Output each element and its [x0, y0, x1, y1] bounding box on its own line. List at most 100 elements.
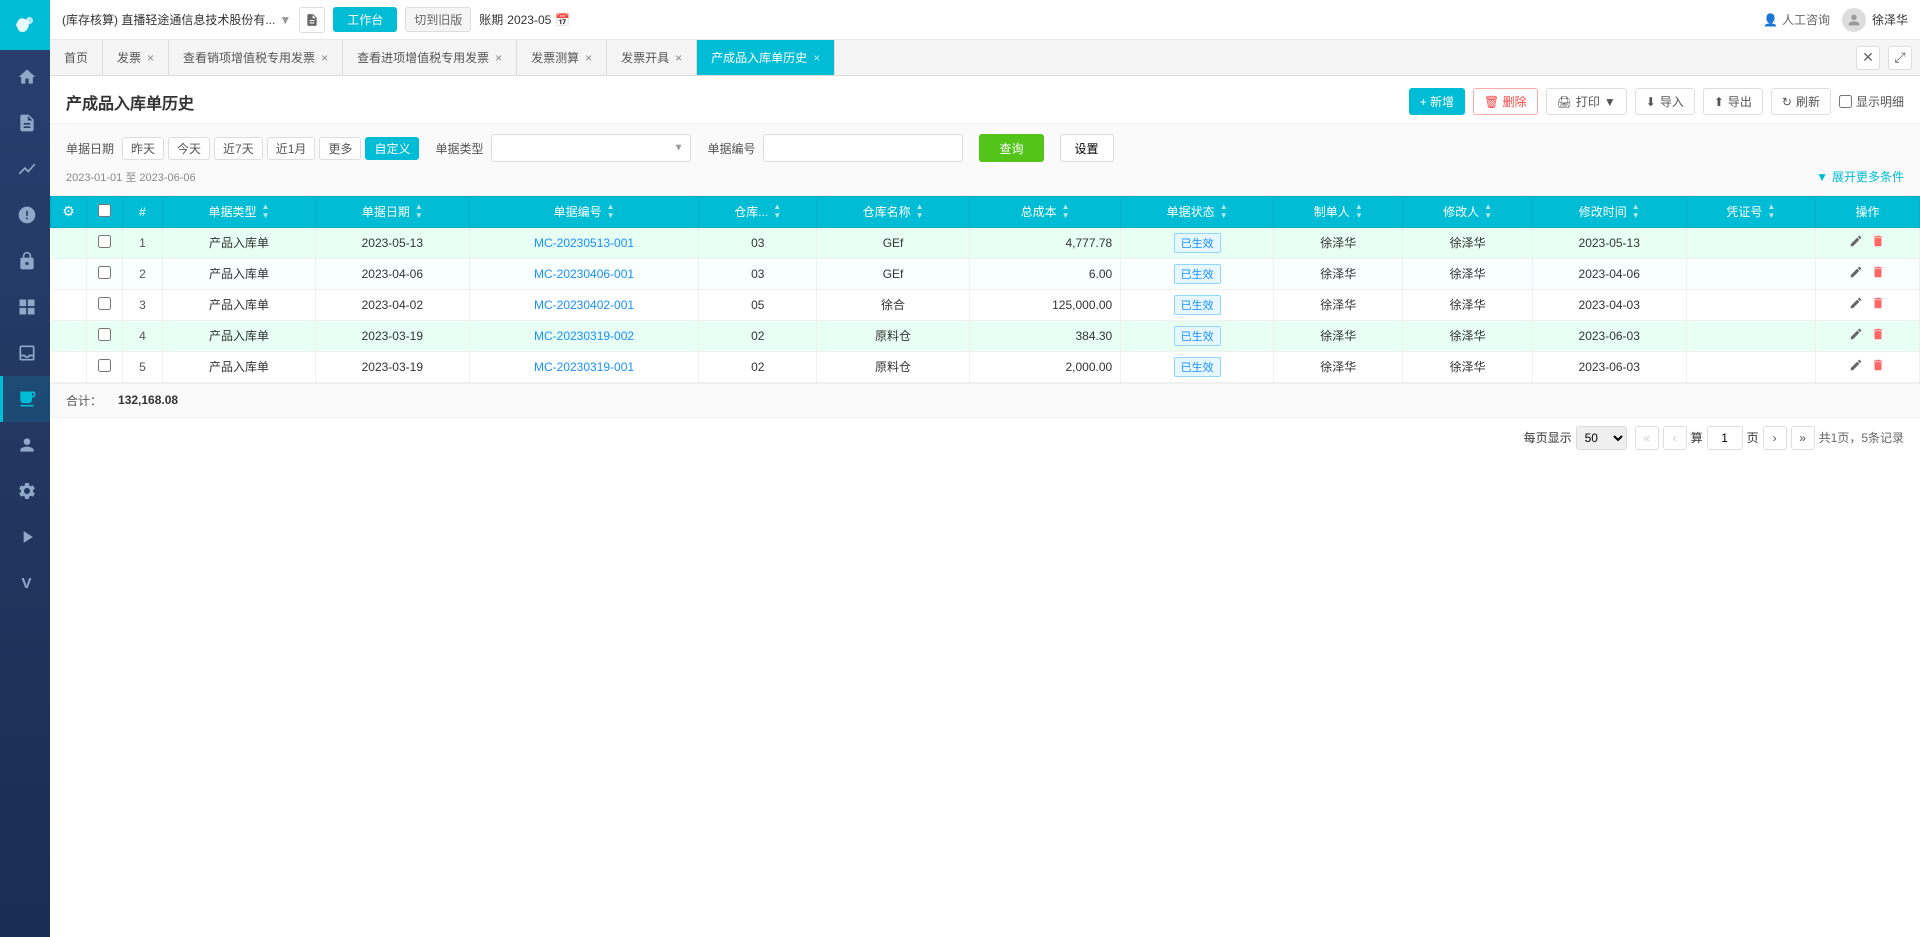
select-all-checkbox[interactable]: [98, 204, 111, 217]
row-edit-icon-0[interactable]: [1849, 234, 1863, 251]
tab-close-all-button[interactable]: ✕: [1856, 46, 1880, 70]
th-date[interactable]: 单据日期 ▲▼: [315, 197, 469, 228]
sidebar-item-report[interactable]: [0, 376, 50, 422]
th-number[interactable]: 单据编号 ▲▼: [469, 197, 699, 228]
print-button[interactable]: 🖨 打印 ▼: [1546, 88, 1627, 115]
tab-sales-vat-close[interactable]: ×: [321, 51, 328, 65]
tab-calc[interactable]: 发票测算 ×: [517, 40, 607, 76]
row-delete-icon-0[interactable]: [1871, 234, 1885, 251]
row-number-link-4[interactable]: MC-20230319-001: [469, 351, 699, 382]
date-btn-1month[interactable]: 近1月: [267, 137, 316, 160]
row-delete-icon-2[interactable]: [1871, 296, 1885, 313]
tab-invoice-close[interactable]: ×: [147, 51, 154, 65]
page-number-input[interactable]: [1707, 426, 1743, 450]
row-select-2[interactable]: [98, 297, 111, 310]
row-number-link-1[interactable]: MC-20230406-001: [469, 258, 699, 289]
workbench-button[interactable]: 工作台: [333, 7, 397, 32]
user-info[interactable]: 徐泽华: [1842, 8, 1908, 32]
row-delete-icon-4[interactable]: [1871, 358, 1885, 375]
th-type-sort[interactable]: ▲▼: [262, 203, 270, 221]
th-voucher-sort[interactable]: ▲▼: [1767, 203, 1775, 221]
th-creator[interactable]: 制单人 ▲▼: [1274, 197, 1403, 228]
th-date-sort[interactable]: ▲▼: [415, 203, 423, 221]
th-modifier[interactable]: 修改人 ▲▼: [1403, 197, 1532, 228]
tab-product-warehouse[interactable]: 产成品入库单历史 ×: [697, 40, 835, 76]
sidebar-item-home[interactable]: [0, 54, 50, 100]
row-edit-icon-1[interactable]: [1849, 265, 1863, 282]
refresh-button[interactable]: ↻ 刷新: [1771, 88, 1831, 115]
th-mtime-sort[interactable]: ▲▼: [1632, 203, 1640, 221]
sidebar-item-tax[interactable]: [0, 192, 50, 238]
row-number-link-2[interactable]: MC-20230402-001: [469, 289, 699, 320]
th-total-cost[interactable]: 总成本 ▲▼: [970, 197, 1121, 228]
sidebar-item-chart[interactable]: [0, 146, 50, 192]
sidebar-item-settings2[interactable]: [0, 468, 50, 514]
tab-open-close[interactable]: ×: [675, 51, 682, 65]
th-wname-sort[interactable]: ▲▼: [916, 203, 924, 221]
row-select-1[interactable]: [98, 266, 111, 279]
row-number-link-3[interactable]: MC-20230319-002: [469, 320, 699, 351]
sidebar-item-v[interactable]: V: [0, 560, 50, 606]
switch-version-button[interactable]: 切到旧版: [405, 7, 471, 32]
tab-invoice[interactable]: 发票 ×: [103, 40, 169, 76]
tab-purchase-vat[interactable]: 查看进项增值税专用发票 ×: [343, 40, 517, 76]
new-button[interactable]: + 新增: [1409, 88, 1465, 115]
tab-open[interactable]: 发票开具 ×: [607, 40, 697, 76]
tab-calc-close[interactable]: ×: [585, 51, 592, 65]
sidebar-item-lock[interactable]: [0, 238, 50, 284]
date-btn-yesterday[interactable]: 昨天: [122, 137, 164, 160]
row-edit-icon-3[interactable]: [1849, 327, 1863, 344]
show-detail-checkbox[interactable]: 显示明细: [1839, 93, 1904, 110]
th-creator-sort[interactable]: ▲▼: [1355, 203, 1363, 221]
sidebar-item-inbox[interactable]: [0, 330, 50, 376]
row-number-link-0[interactable]: MC-20230513-001: [469, 227, 699, 258]
next-page-button[interactable]: ›: [1763, 426, 1787, 450]
row-edit-icon-2[interactable]: [1849, 296, 1863, 313]
number-filter-input[interactable]: [763, 134, 963, 162]
sidebar-item-person[interactable]: [0, 422, 50, 468]
date-btn-custom[interactable]: 自定义: [365, 137, 419, 160]
row-delete-icon-3[interactable]: [1871, 327, 1885, 344]
show-detail-input[interactable]: [1839, 95, 1852, 108]
tab-home[interactable]: 首页: [50, 40, 103, 76]
date-btn-more[interactable]: 更多: [319, 137, 361, 160]
th-type[interactable]: 单据类型 ▲▼: [163, 197, 316, 228]
tab-maximize-button[interactable]: ⤢: [1888, 46, 1912, 70]
th-cost-sort[interactable]: ▲▼: [1062, 203, 1070, 221]
last-page-button[interactable]: »: [1791, 426, 1815, 450]
delete-button[interactable]: 🗑 删除: [1473, 88, 1538, 115]
per-page-select[interactable]: 50 100: [1576, 426, 1627, 450]
tab-product-warehouse-close[interactable]: ×: [813, 51, 820, 65]
setting-button[interactable]: 设置: [1060, 134, 1114, 162]
tab-sales-vat[interactable]: 查看销项增值税专用发票 ×: [169, 40, 343, 76]
column-settings-icon[interactable]: ⚙: [62, 203, 75, 219]
sidebar-item-document[interactable]: [0, 100, 50, 146]
import-button[interactable]: ⬇ 导入: [1635, 88, 1695, 115]
type-filter-select[interactable]: [491, 134, 691, 162]
th-wcode-sort[interactable]: ▲▼: [773, 203, 781, 221]
query-button[interactable]: 查询: [979, 134, 1043, 162]
prev-page-button[interactable]: ‹: [1663, 426, 1687, 450]
th-warehouse-name[interactable]: 仓库名称 ▲▼: [817, 197, 970, 228]
row-select-4[interactable]: [98, 359, 111, 372]
company-selector[interactable]: (库存核算) 直播轻途通信息技术股份有... ▼: [62, 11, 291, 28]
service-button[interactable]: 👤 人工咨询: [1763, 11, 1830, 28]
row-delete-icon-1[interactable]: [1871, 265, 1885, 282]
th-status[interactable]: 单据状态 ▲▼: [1121, 197, 1274, 228]
sidebar-item-grid[interactable]: [0, 284, 50, 330]
th-modifier-sort[interactable]: ▲▼: [1484, 203, 1492, 221]
row-select-3[interactable]: [98, 328, 111, 341]
document-button[interactable]: [299, 7, 325, 33]
first-page-button[interactable]: «: [1635, 426, 1659, 450]
th-status-sort[interactable]: ▲▼: [1220, 203, 1228, 221]
th-warehouse-code[interactable]: 仓库... ▲▼: [699, 197, 817, 228]
date-btn-today[interactable]: 今天: [168, 137, 210, 160]
sidebar-item-play[interactable]: [0, 514, 50, 560]
th-number-sort[interactable]: ▲▼: [607, 203, 615, 221]
th-voucher[interactable]: 凭证号 ▲▼: [1686, 197, 1815, 228]
tab-purchase-vat-close[interactable]: ×: [495, 51, 502, 65]
date-btn-7days[interactable]: 近7天: [214, 137, 263, 160]
expand-more-button[interactable]: ▼ 展开更多条件: [1816, 168, 1904, 185]
th-modify-time[interactable]: 修改时间 ▲▼: [1532, 197, 1686, 228]
row-select-0[interactable]: [98, 235, 111, 248]
